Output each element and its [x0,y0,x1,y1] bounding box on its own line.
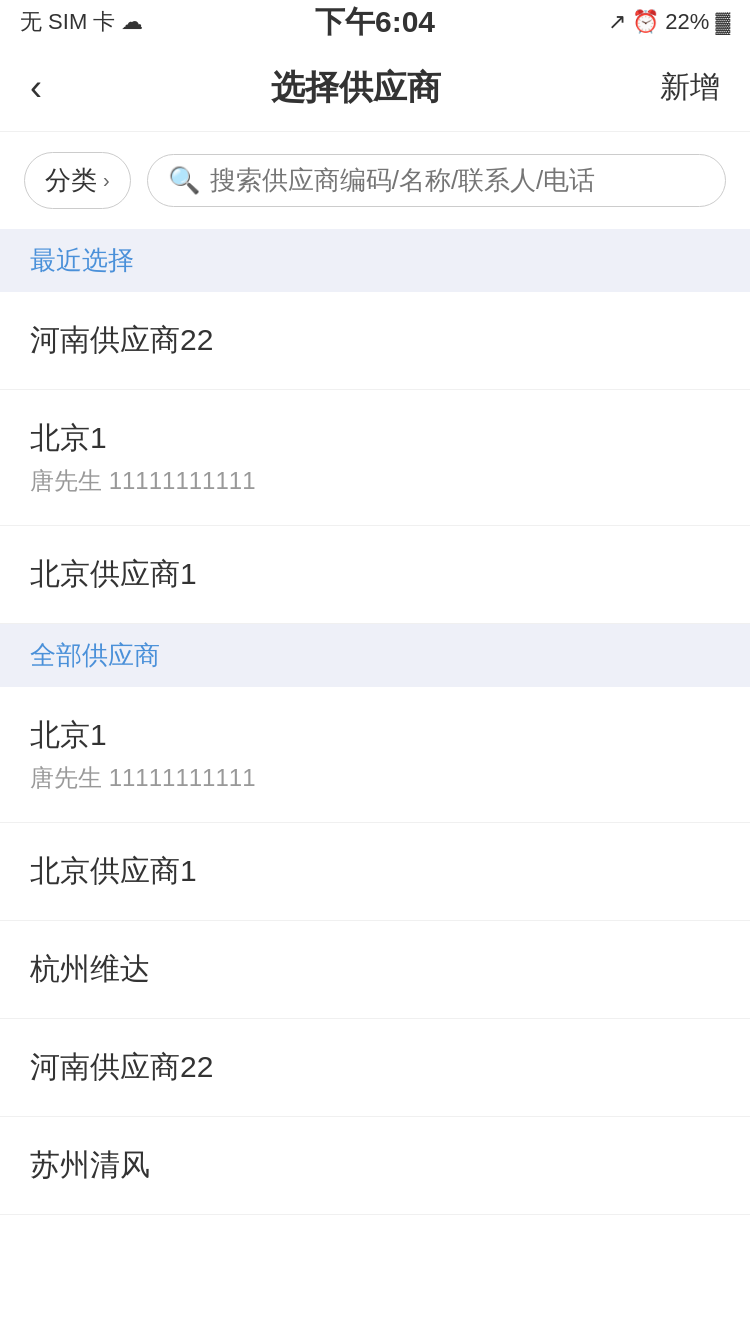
supplier-contact: 唐先生 11111111111 [30,465,720,497]
status-time: 下午6:04 [315,2,435,43]
location-icon: ↗ [608,9,626,35]
page-title: 选择供应商 [271,65,441,111]
search-icon: 🔍 [168,165,200,196]
supplier-name: 北京1 [30,715,720,756]
list-item[interactable]: 北京1 唐先生 11111111111 [0,390,750,526]
alarm-icon: ⏰ [632,9,659,35]
back-button[interactable]: ‹ [30,57,52,119]
recent-section-label: 最近选择 [30,245,134,275]
search-input[interactable] [210,165,705,196]
filter-bar: 分类 › 🔍 [0,132,750,229]
list-item[interactable]: 杭州维达 [0,921,750,1019]
list-item[interactable]: 北京供应商1 [0,526,750,624]
category-button[interactable]: 分类 › [24,152,131,209]
recent-items-list: 河南供应商22 北京1 唐先生 11111111111 北京供应商1 [0,292,750,624]
status-left: 无 SIM 卡 ☁ [20,7,143,37]
supplier-contact: 唐先生 11111111111 [30,762,720,794]
recent-section-header: 最近选择 [0,229,750,292]
all-items-list: 北京1 唐先生 11111111111 北京供应商1 杭州维达 河南供应商22 … [0,687,750,1215]
supplier-name: 河南供应商22 [30,1047,720,1088]
supplier-name: 北京供应商1 [30,554,720,595]
add-button[interactable]: 新增 [660,67,720,108]
supplier-name: 北京1 [30,418,720,459]
category-label: 分类 [45,163,97,198]
battery-label: 22% [665,9,709,35]
list-item[interactable]: 北京1 唐先生 11111111111 [0,687,750,823]
nav-bar: ‹ 选择供应商 新增 [0,44,750,132]
list-item[interactable]: 河南供应商22 [0,1019,750,1117]
list-item[interactable]: 河南供应商22 [0,292,750,390]
supplier-name: 河南供应商22 [30,320,720,361]
supplier-name: 苏州清风 [30,1145,720,1186]
list-item[interactable]: 苏州清风 [0,1117,750,1215]
no-sim-label: 无 SIM 卡 ☁ [20,7,143,37]
chevron-right-icon: › [103,169,110,192]
supplier-name: 杭州维达 [30,949,720,990]
all-section-header: 全部供应商 [0,624,750,687]
status-right: ↗ ⏰ 22% ▓ [608,9,730,35]
all-section-label: 全部供应商 [30,640,160,670]
battery-icon: ▓ [715,11,730,34]
status-bar: 无 SIM 卡 ☁ 下午6:04 ↗ ⏰ 22% ▓ [0,0,750,44]
search-box[interactable]: 🔍 [147,154,726,207]
list-item[interactable]: 北京供应商1 [0,823,750,921]
supplier-name: 北京供应商1 [30,851,720,892]
